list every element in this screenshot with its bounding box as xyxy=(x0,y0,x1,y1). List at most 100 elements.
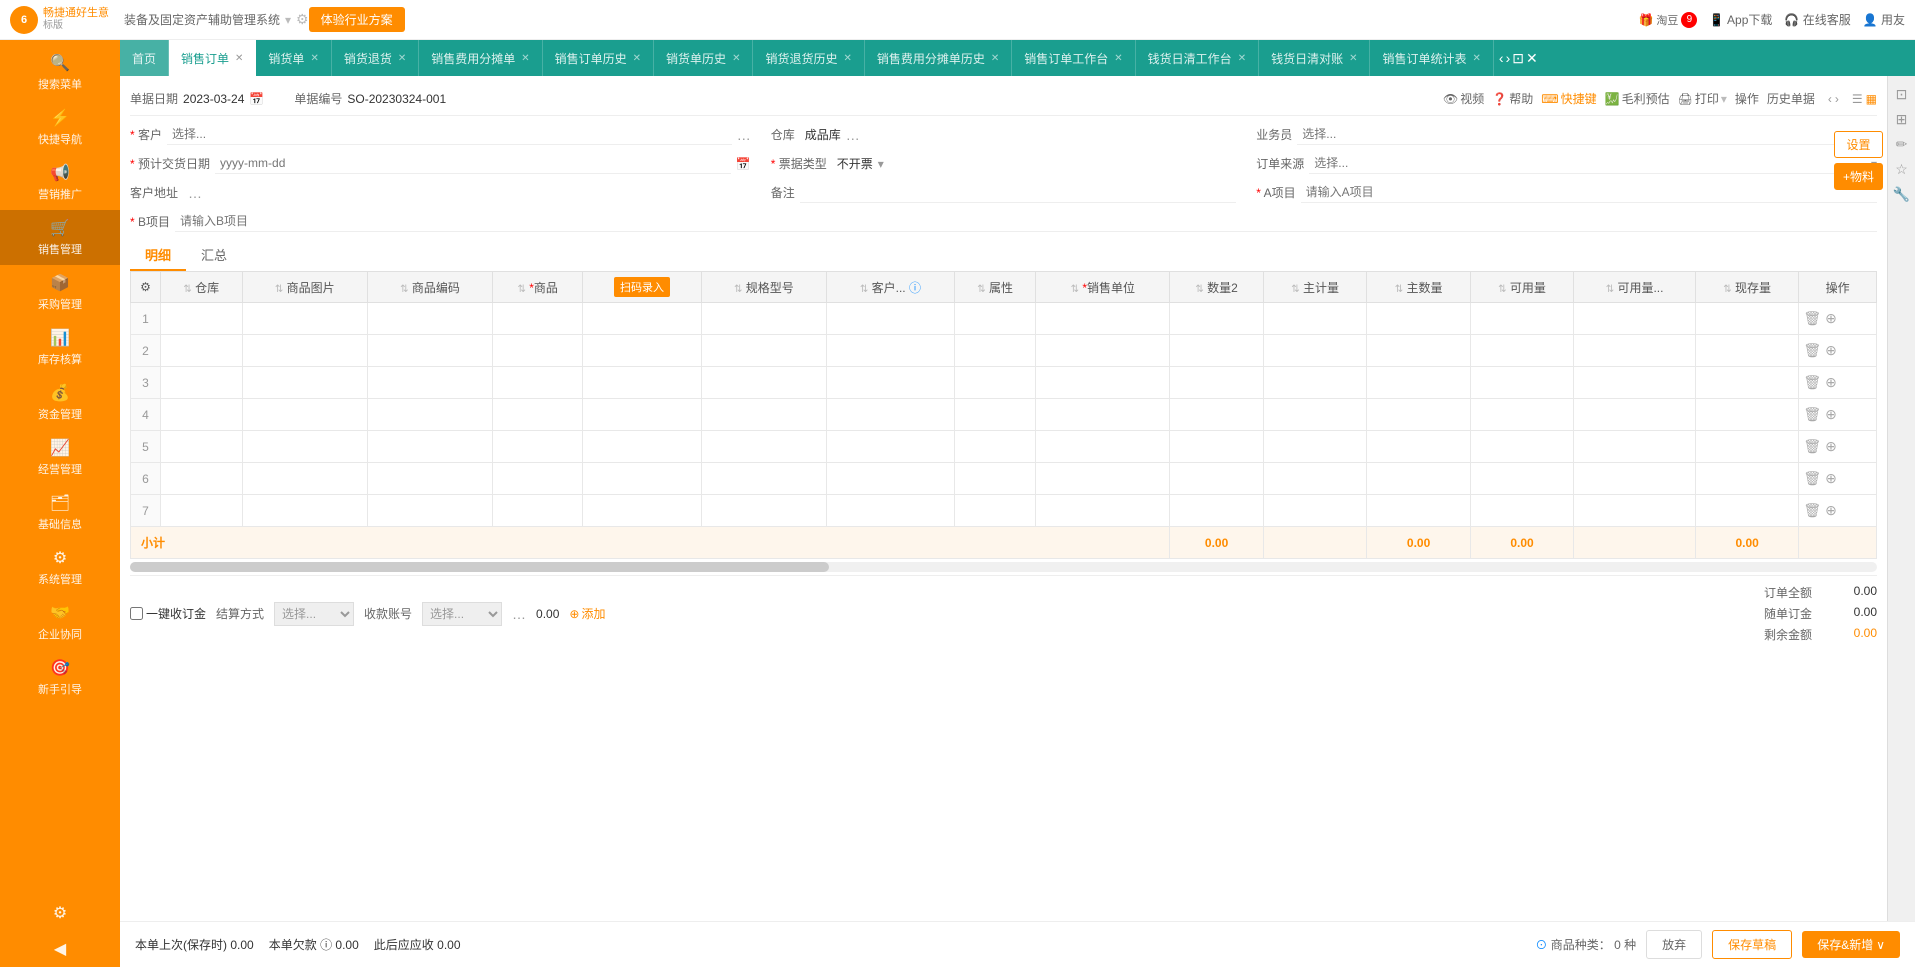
th-warehouse[interactable]: ⇅ 仓库 xyxy=(161,272,243,303)
profit-btn[interactable]: 💹 毛利预估 xyxy=(1605,90,1670,107)
row-6-customer-code[interactable] xyxy=(827,463,955,495)
th-settings[interactable]: ⚙ xyxy=(131,272,161,303)
row-6-warehouse[interactable] xyxy=(161,463,243,495)
row-3-stock[interactable] xyxy=(1695,367,1798,399)
row-6-available[interactable] xyxy=(1470,463,1573,495)
row-4-available2[interactable] xyxy=(1574,399,1696,431)
row-5-available[interactable] xyxy=(1470,431,1573,463)
th-spec[interactable]: ⇅ 规格型号 xyxy=(701,272,826,303)
row-4-copy-icon[interactable]: ⊕ xyxy=(1825,406,1837,423)
delivery-calendar-icon[interactable]: 📅 xyxy=(736,157,751,171)
tab-close-statistics[interactable]: ✕ xyxy=(1473,53,1481,64)
settings-button[interactable]: 设置 xyxy=(1834,131,1883,158)
row-7-customer-code[interactable] xyxy=(827,495,955,527)
row-6-stock[interactable] xyxy=(1695,463,1798,495)
scrollbar-thumb[interactable] xyxy=(130,562,829,572)
row-2-available2[interactable] xyxy=(1574,335,1696,367)
tab-close-expense-history[interactable]: ✕ xyxy=(991,53,999,64)
row-7-qty2[interactable] xyxy=(1170,495,1264,527)
row-1-delete-icon[interactable]: 🗑 xyxy=(1803,310,1821,327)
row-5-stock[interactable] xyxy=(1695,431,1798,463)
row-2-unit[interactable] xyxy=(1036,335,1170,367)
tab-next-icon[interactable]: › xyxy=(1506,50,1511,66)
row-6-main-unit[interactable] xyxy=(1263,463,1366,495)
tab-detail[interactable]: 明细 xyxy=(130,240,186,271)
row-1-copy-icon[interactable]: ⊕ xyxy=(1825,310,1837,327)
tab-order-workbench[interactable]: 销售订单工作台 ✕ xyxy=(1012,40,1135,76)
sidebar-collapse[interactable]: ◀ xyxy=(0,931,120,967)
tab-order-history[interactable]: 销售订单历史 ✕ xyxy=(543,40,654,76)
row-1-spec[interactable] xyxy=(701,303,826,335)
tab-prev-icon[interactable]: ‹ xyxy=(1499,50,1504,66)
row-2-code[interactable] xyxy=(367,335,492,367)
settings-gear-icon[interactable]: ⚙ xyxy=(296,11,309,28)
row-1-scan[interactable] xyxy=(583,303,701,335)
row-1-warehouse[interactable] xyxy=(161,303,243,335)
scan-button[interactable]: 扫码录入 xyxy=(614,277,670,297)
row-1-product[interactable] xyxy=(493,303,583,335)
row-2-main-qty[interactable] xyxy=(1367,335,1470,367)
row-5-copy-icon[interactable]: ⊕ xyxy=(1825,438,1837,455)
row-2-qty2[interactable] xyxy=(1170,335,1264,367)
sidebar-item-navigation[interactable]: ⚡ 快捷导航 xyxy=(0,100,120,155)
row-4-available[interactable] xyxy=(1470,399,1573,431)
row-3-delete-icon[interactable]: 🗑 xyxy=(1803,374,1821,391)
row-6-copy-icon[interactable]: ⊕ xyxy=(1825,470,1837,487)
tab-sales-expense[interactable]: 销售费用分摊单 ✕ xyxy=(419,40,542,76)
row-1-main-unit[interactable] xyxy=(1263,303,1366,335)
row-7-stock[interactable] xyxy=(1695,495,1798,527)
row-2-product[interactable] xyxy=(493,335,583,367)
row-2-scan[interactable] xyxy=(583,335,701,367)
nav-prev-icon[interactable]: ‹ xyxy=(1828,92,1832,106)
nav-next-icon[interactable]: › xyxy=(1835,92,1839,106)
sidebar-item-guide[interactable]: 🎯 新手引导 xyxy=(0,650,120,705)
salesperson-input[interactable] xyxy=(1297,124,1858,145)
th-unit[interactable]: ⇅ *销售单位 xyxy=(1036,272,1170,303)
sidebar-item-inventory[interactable]: 📊 库存核算 xyxy=(0,320,120,375)
list-view-icon[interactable]: ☰ xyxy=(1852,92,1863,106)
row-1-code[interactable] xyxy=(367,303,492,335)
customer-more-icon[interactable]: … xyxy=(737,127,751,143)
tab-close-all-icon[interactable]: ✕ xyxy=(1526,50,1538,67)
user-area[interactable]: 👤 用友 xyxy=(1863,11,1905,28)
horizontal-scrollbar[interactable] xyxy=(130,562,1877,572)
row-1-main-qty[interactable] xyxy=(1367,303,1470,335)
th-attr[interactable]: ⇅ 属性 xyxy=(954,272,1036,303)
calendar-icon[interactable]: 📅 xyxy=(249,92,264,106)
tab-expand-icon[interactable]: ⊡ xyxy=(1512,50,1524,67)
row-5-customer-code[interactable] xyxy=(827,431,955,463)
row-3-main-qty[interactable] xyxy=(1367,367,1470,399)
th-customer-code[interactable]: ⇅ 客户... ⓘ xyxy=(827,272,955,303)
tab-return-history[interactable]: 销货退货历史 ✕ xyxy=(753,40,864,76)
quick-checkout-input[interactable] xyxy=(130,607,143,620)
right-panel-icon-5[interactable]: 🔧 xyxy=(1893,186,1910,203)
th-stock[interactable]: ⇅ 现存量 xyxy=(1695,272,1798,303)
tab-close-reconcile[interactable]: ✕ xyxy=(1349,53,1357,64)
row-5-main-qty[interactable] xyxy=(1367,431,1470,463)
row-3-qty2[interactable] xyxy=(1170,367,1264,399)
row-7-available2[interactable] xyxy=(1574,495,1696,527)
tab-close-sales-order[interactable]: ✕ xyxy=(235,53,243,64)
row-6-unit[interactable] xyxy=(1036,463,1170,495)
sidebar-item-marketing[interactable]: 📢 营销推广 xyxy=(0,155,120,210)
row-3-spec[interactable] xyxy=(701,367,826,399)
solution-button[interactable]: 体验行业方案 xyxy=(309,7,405,32)
sidebar-item-purchase[interactable]: 📦 采购管理 xyxy=(0,265,120,320)
row-3-main-unit[interactable] xyxy=(1263,367,1366,399)
tab-close-return[interactable]: ✕ xyxy=(398,53,406,64)
row-1-available2[interactable] xyxy=(1574,303,1696,335)
tab-home[interactable]: 首页 xyxy=(120,40,169,76)
th-code[interactable]: ⇅ 商品编码 xyxy=(367,272,492,303)
order-source-input[interactable] xyxy=(1309,153,1866,174)
row-3-scan[interactable] xyxy=(583,367,701,399)
shortcut-btn[interactable]: ⌨ 快捷键 xyxy=(1541,90,1596,107)
online-support[interactable]: 🎧 在线客服 xyxy=(1784,11,1850,28)
tab-sales-invoice[interactable]: 销货单 ✕ xyxy=(256,40,331,76)
b-project-input[interactable] xyxy=(175,211,1877,232)
row-3-available2[interactable] xyxy=(1574,367,1696,399)
row-3-warehouse[interactable] xyxy=(161,367,243,399)
tab-close-invoice-history[interactable]: ✕ xyxy=(732,53,740,64)
row-3-image[interactable] xyxy=(242,367,367,399)
grid-view-icon[interactable]: ▦ xyxy=(1866,92,1877,106)
row-5-image[interactable] xyxy=(242,431,367,463)
